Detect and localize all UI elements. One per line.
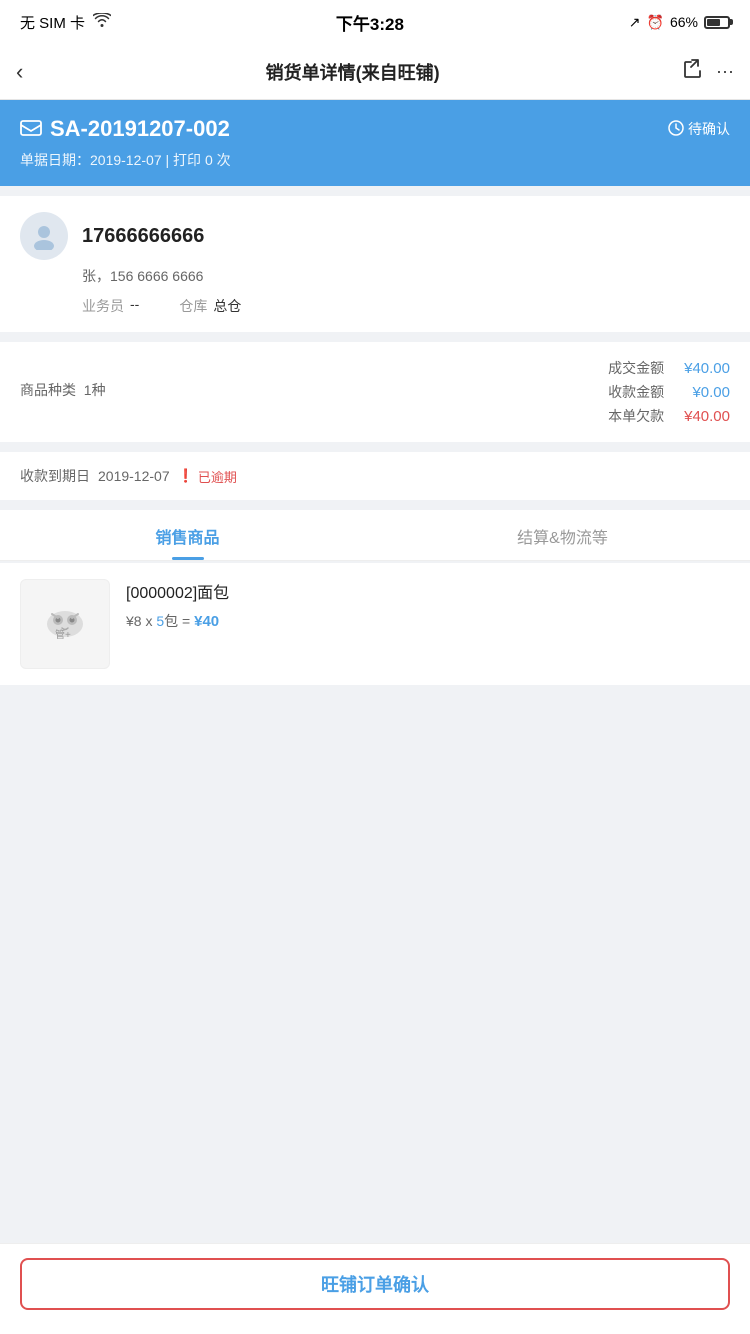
nav-left: ‹ bbox=[16, 59, 23, 85]
overdue-badge: ❗ 已逾期 bbox=[178, 467, 237, 486]
confirm-order-button[interactable]: 旺铺订单确认 bbox=[20, 1258, 730, 1310]
warehouse: 仓库 总仓 bbox=[179, 296, 241, 316]
page-title: 销货单详情(来自旺铺) bbox=[266, 59, 440, 85]
warehouse-value: 总仓 bbox=[213, 296, 241, 316]
sales-rep-label: 业务员 bbox=[82, 296, 124, 316]
status-left: 无 SIM 卡 bbox=[20, 12, 111, 33]
amount-row-3: 本单欠款 ¥40.00 bbox=[608, 406, 730, 426]
product-thumbnail: 管+ bbox=[20, 579, 110, 669]
amount-label-2: 收款金额 bbox=[608, 382, 664, 402]
sales-rep: 业务员 -- bbox=[82, 296, 139, 316]
location-icon: ↗ bbox=[629, 14, 641, 31]
clock-icon bbox=[668, 120, 684, 139]
back-button[interactable]: ‹ bbox=[16, 59, 23, 85]
product-total: ¥40 bbox=[194, 613, 219, 630]
order-status: 待确认 bbox=[668, 119, 730, 139]
status-time: 下午3:28 bbox=[336, 10, 404, 35]
amount-value-1: ¥40.00 bbox=[684, 360, 730, 377]
financials-section: 商品种类 1种 成交金额 ¥40.00 收款金额 ¥0.00 本单欠款 ¥40.… bbox=[0, 342, 750, 442]
customer-phone: 17666666666 bbox=[82, 225, 204, 248]
order-date: 单据日期：2019-12-07 | 打印 0 次 bbox=[20, 150, 730, 170]
warehouse-label: 仓库 bbox=[179, 296, 207, 316]
customer-section: 17666666666 张，156 6666 6666 业务员 -- 仓库 总仓 bbox=[0, 196, 750, 332]
tab-settlement[interactable]: 结算&物流等 bbox=[375, 510, 750, 560]
product-type-label: 商品种类 bbox=[20, 382, 76, 398]
product-type: 商品种类 1种 bbox=[20, 380, 106, 404]
share-icon[interactable] bbox=[682, 58, 704, 85]
overdue-text: 已逾期 bbox=[198, 467, 237, 486]
total-prefix: = bbox=[178, 613, 194, 629]
more-icon[interactable]: ··· bbox=[716, 61, 734, 82]
carrier-text: 无 SIM 卡 bbox=[20, 12, 85, 33]
battery-icon bbox=[704, 16, 730, 29]
product-type-value: 1种 bbox=[84, 382, 106, 398]
svg-text:管+: 管+ bbox=[55, 628, 71, 640]
customer-meta: 业务员 -- 仓库 总仓 bbox=[82, 296, 730, 316]
product-section: 管+ [0000002]面包 ¥8 x 5包 = ¥40 bbox=[0, 563, 750, 685]
battery-percent: 66% bbox=[670, 14, 698, 30]
order-icon bbox=[20, 116, 42, 142]
customer-name: 张，156 6666 6666 bbox=[82, 266, 730, 286]
order-id: SA-20191207-002 bbox=[20, 116, 230, 142]
amount-group: 成交金额 ¥40.00 收款金额 ¥0.00 本单欠款 ¥40.00 bbox=[608, 358, 730, 426]
tabs-section: 销售商品 结算&物流等 bbox=[0, 510, 750, 561]
bottom-area bbox=[0, 685, 750, 865]
status-right: ↗ ⏰ 66% bbox=[629, 14, 730, 31]
tab-sales[interactable]: 销售商品 bbox=[0, 510, 375, 560]
amount-label-3: 本单欠款 bbox=[608, 406, 664, 426]
wifi-icon bbox=[93, 13, 111, 31]
product-price: ¥8 x 5包 = ¥40 bbox=[126, 611, 730, 631]
bottom-button-wrap: 旺铺订单确认 bbox=[0, 1243, 750, 1334]
amount-value-2: ¥0.00 bbox=[692, 384, 730, 401]
amount-label-1: 成交金额 bbox=[608, 358, 664, 378]
due-date-label: 收款到期日 bbox=[20, 466, 90, 486]
amount-value-3: ¥40.00 bbox=[684, 408, 730, 425]
product-qty: 5 bbox=[156, 613, 164, 629]
status-bar: 无 SIM 卡 下午3:28 ↗ ⏰ 66% bbox=[0, 0, 750, 44]
order-header: SA-20191207-002 待确认 单据日期：2019-12-07 | 打印… bbox=[0, 100, 750, 186]
amount-row-1: 成交金额 ¥40.00 bbox=[608, 358, 730, 378]
sales-rep-value: -- bbox=[130, 296, 139, 316]
product-name: [0000002]面包 bbox=[126, 579, 730, 603]
product-item: 管+ [0000002]面包 ¥8 x 5包 = ¥40 bbox=[20, 579, 730, 669]
product-info: [0000002]面包 ¥8 x 5包 = ¥40 bbox=[126, 579, 730, 631]
amount-row-2: 收款金额 ¥0.00 bbox=[608, 382, 730, 402]
due-date-value: 2019-12-07 bbox=[98, 468, 170, 484]
product-logo: 管+ bbox=[40, 600, 90, 648]
nav-bar: ‹ 销货单详情(来自旺铺) ··· bbox=[0, 44, 750, 100]
overdue-icon: ❗ bbox=[178, 468, 194, 484]
price-text: ¥8 x bbox=[126, 613, 156, 629]
alarm-icon: ⏰ bbox=[647, 14, 664, 31]
avatar bbox=[20, 212, 68, 260]
qty-unit: 包 bbox=[164, 613, 178, 629]
due-date-section: 收款到期日 2019-12-07 ❗ 已逾期 bbox=[0, 452, 750, 500]
nav-right: ··· bbox=[682, 58, 734, 85]
